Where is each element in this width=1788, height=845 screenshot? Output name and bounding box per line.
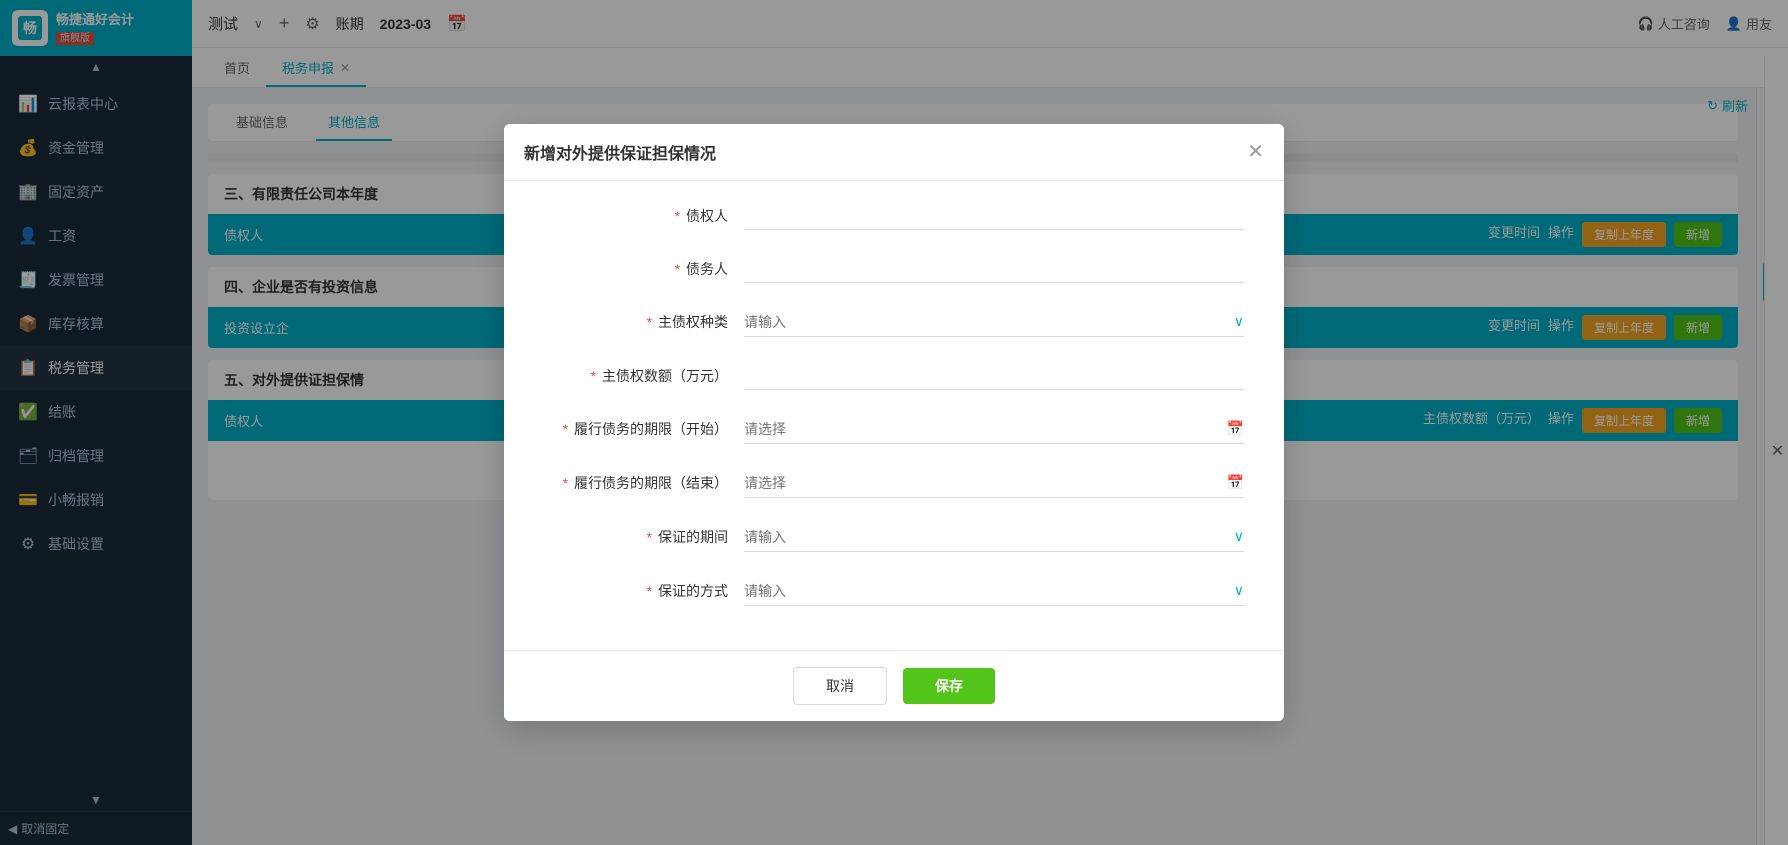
dialog-body: * 债权人 * 债务人 * 主债权种类 (504, 181, 1284, 650)
date-input-period-end[interactable] (744, 475, 1227, 491)
form-row-zhaiwuren: * 债务人 (544, 254, 1244, 283)
dialog-title: 新增对外提供保证担保情况 (524, 140, 716, 164)
dialog-footer: 取消 保存 (504, 650, 1284, 721)
form-label-baozheng-fangshi: * 保证的方式 (544, 581, 744, 601)
dialog-header: 新增对外提供保证担保情况 ✕ (504, 124, 1284, 181)
form-row-baozheng-fangshi: * 保证的方式 ∨ (544, 576, 1244, 606)
chevron-down-icon[interactable]: ∨ (1234, 313, 1244, 330)
form-label-zhuzhaiquan-shue: * 主债权数额（万元） (544, 366, 744, 386)
input-zhaiquanren[interactable] (744, 201, 1244, 230)
chevron-down-icon-3[interactable]: ∨ (1234, 582, 1244, 599)
form-label-zhuzhaiquan-zhonglei: * 主债权种类 (544, 312, 744, 332)
select-input-baozheng-qijian[interactable] (744, 529, 1234, 545)
form-label-period-end: * 履行债务的期限（结束） (544, 473, 744, 493)
chevron-down-icon-2[interactable]: ∨ (1234, 528, 1244, 545)
dialog: 新增对外提供保证担保情况 ✕ * 债权人 * 债务人 (504, 124, 1284, 721)
form-row-zhuzhaiquan-zhonglei: * 主债权种类 ∨ (544, 307, 1244, 337)
select-baozheng-fangshi[interactable]: ∨ (744, 576, 1244, 606)
form-row-zhuzhaiquan-shue: * 主债权数额（万元） (544, 361, 1244, 390)
form-row-period-start: * 履行债务的期限（开始） 📅 (544, 414, 1244, 444)
form-row-baozheng-qijian: * 保证的期间 ∨ (544, 522, 1244, 552)
form-label-baozheng-qijian: * 保证的期间 (544, 527, 744, 547)
form-row-zhaiquanren: * 债权人 (544, 201, 1244, 230)
select-zhuzhaiquan-zhonglei[interactable]: ∨ (744, 307, 1244, 337)
calendar-end-icon[interactable]: 📅 (1227, 474, 1244, 491)
dialog-close-button[interactable]: ✕ (1247, 142, 1264, 162)
date-period-end[interactable]: 📅 (744, 468, 1244, 498)
dialog-overlay: 新增对外提供保证担保情况 ✕ * 债权人 * 债务人 (0, 0, 1788, 845)
save-button[interactable]: 保存 (903, 668, 995, 704)
select-input-baozheng-fangshi[interactable] (744, 583, 1234, 599)
form-label-period-start: * 履行债务的期限（开始） (544, 419, 744, 439)
date-period-start[interactable]: 📅 (744, 414, 1244, 444)
cancel-button[interactable]: 取消 (793, 667, 887, 705)
form-row-period-end: * 履行债务的期限（结束） 📅 (544, 468, 1244, 498)
calendar-start-icon[interactable]: 📅 (1227, 420, 1244, 437)
input-zhuzhaiquan-shue[interactable] (744, 361, 1244, 390)
select-input-zhuzhaiquan-zhonglei[interactable] (744, 314, 1234, 330)
input-zhaiwuren[interactable] (744, 254, 1244, 283)
date-input-period-start[interactable] (744, 421, 1227, 437)
form-label-zhaiwuren: * 债务人 (544, 259, 744, 279)
form-label-zhaiquanren: * 债权人 (544, 206, 744, 226)
select-baozheng-qijian[interactable]: ∨ (744, 522, 1244, 552)
